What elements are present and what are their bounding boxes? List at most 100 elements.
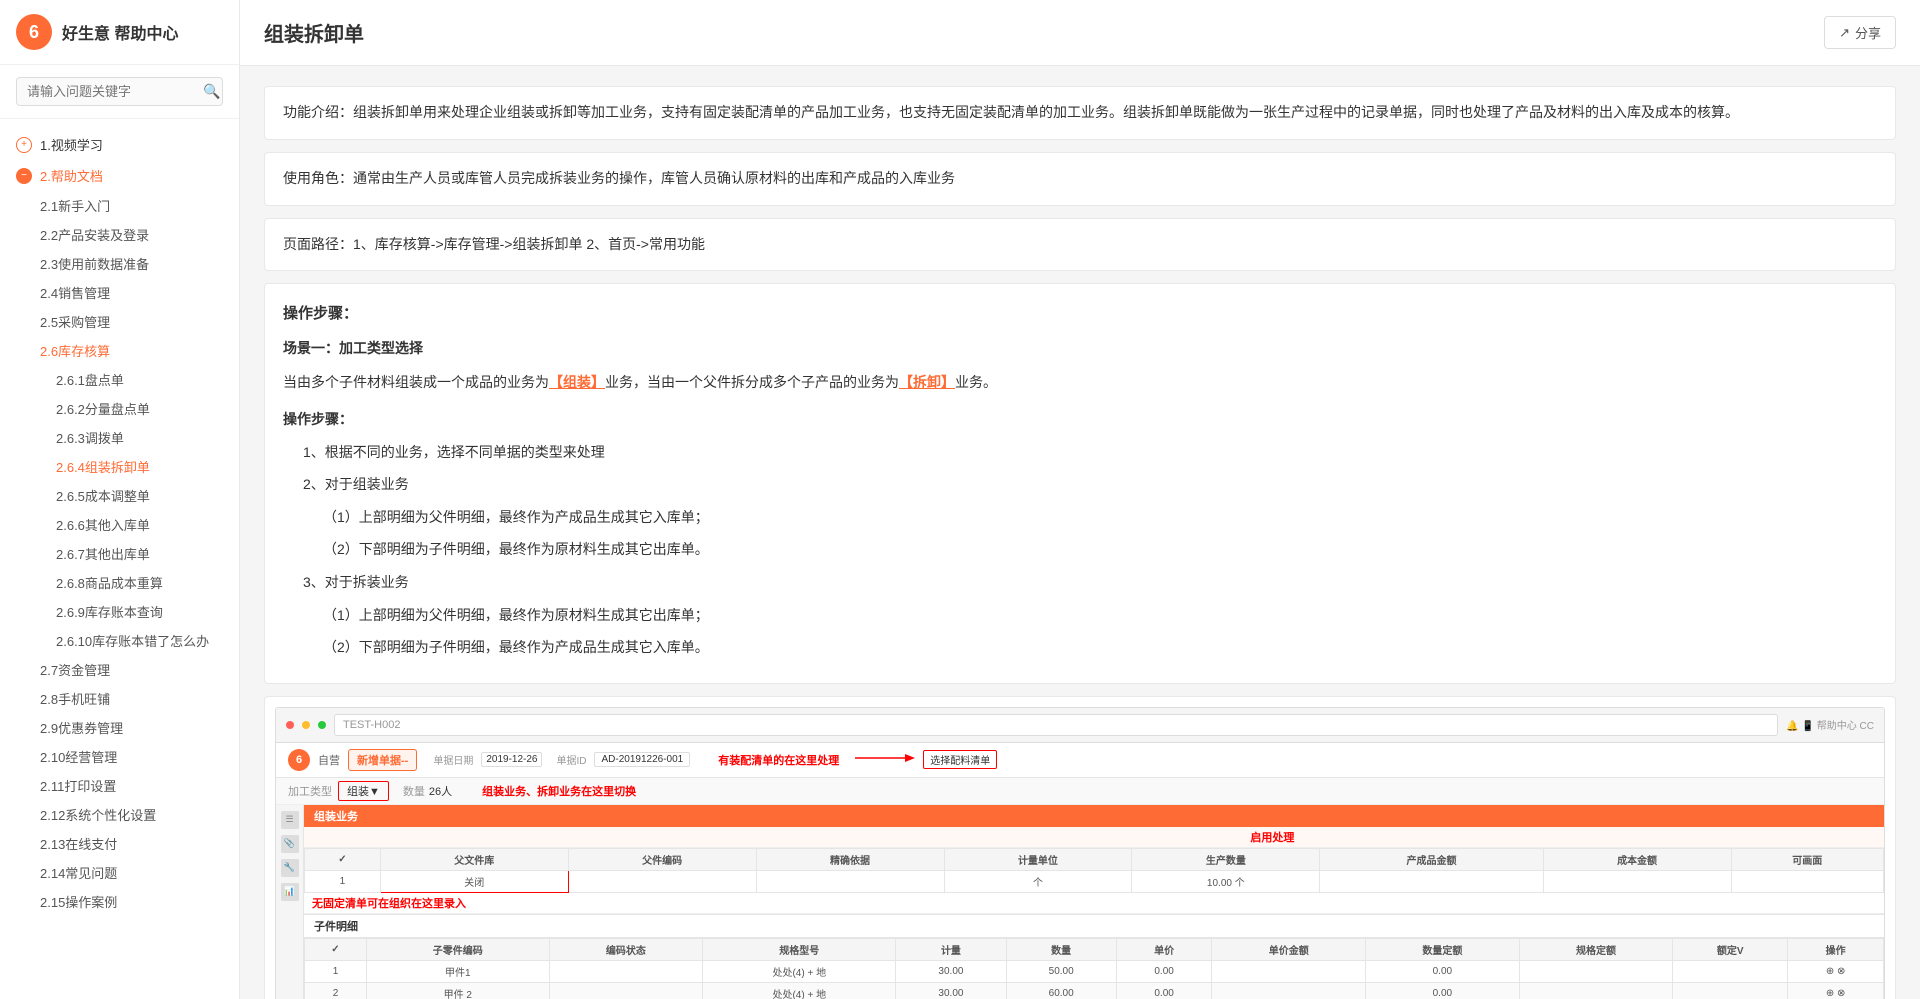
sidebar-item-finance[interactable]: 2.7资金管理 [0,655,239,684]
browser-address-bar: TEST-H002 [334,714,1778,736]
col-basis: 精确依据 [756,848,944,870]
search-input[interactable] [27,84,203,99]
sidebar-item-inventory[interactable]: 2.6库存核算 [0,336,239,365]
upper-table: ✓ 父文件库 父件编码 精确依据 计量单位 生产数量 产成品金额 成本金额 可画 [304,848,1884,893]
col-parent-name: 父文件库 [380,848,568,870]
annotation-4-row: 启用处理 [304,827,1884,848]
search-icon[interactable]: 🔍 [203,83,220,100]
lower-section-title: 子件明细 [304,914,1884,938]
sidebar-item-purchase[interactable]: 2.5采购管理 [0,307,239,336]
share-icon: ↗ [1839,25,1850,41]
sidebar-item-ops[interactable]: 2.10经营管理 [0,742,239,771]
app-type-select[interactable]: 组装▼ [338,781,389,801]
upper-table-row-1: 1 关闭 个 10.00 个 [305,870,1884,892]
main-area: 组装拆卸单 ↗ 分享 功能介绍：组装拆卸单用来处理企业组装或拆卸等加工业务，支持… [240,0,1920,999]
nav-icon-video: + [16,137,32,153]
page-title: 组装拆卸单 [264,18,364,47]
step3-2: （2）下部明细为子件明细，最终作为产成品生成其它入库单。 [283,634,1877,661]
step3: 3、对于拆装业务 [283,569,1877,596]
browser-icons: 🔔 📱 帮助中心 CC [1786,717,1874,732]
step2: 2、对于组装业务 [283,471,1877,498]
col-cost-amt: 成本金额 [1543,848,1731,870]
scene1-title: 场景一：加工类型选择 [283,335,1877,362]
app-id-value: AD-20191226-001 [594,752,690,767]
app-new-btn[interactable]: 新增单据-- [348,749,417,771]
sidebar-item-partial-stocktake[interactable]: 2.6.2分量盘点单 [0,394,239,423]
app-screenshot-content: 6 自营 新增单据-- 单据日期 2019-12-26 单据ID AD-2019… [276,743,1884,999]
sidebar-item-transfer[interactable]: 2.6.3调拨单 [0,423,239,452]
sidebar-item-cases[interactable]: 2.15操作案例 [0,887,239,916]
main-header: 组装拆卸单 ↗ 分享 [240,0,1920,66]
sidebar-icon-4[interactable]: 📊 [281,883,299,901]
screenshot-image: TEST-H002 🔔 📱 帮助中心 CC 6 自营 新增单据-- 单据日期 2… [275,707,1885,999]
steps-block: 操作步骤： 场景一：加工类型选择 当由多个子件材料组装成一个成品的业务为【组装】… [264,283,1896,683]
scene1-desc: 当由多个子件材料组装成一个成品的业务为【组装】业务，当由一个父件拆分成多个子产品… [283,369,1877,396]
intro-text: 功能介绍：组装拆卸单用来处理企业组装或拆卸等加工业务，支持有固定装配清单的产品加… [283,104,1739,120]
sidebar-icon-1[interactable]: ☰ [281,811,299,829]
dot-green [318,721,326,729]
annotation-4: 启用处理 [1250,829,1294,845]
sidebar-item-install[interactable]: 2.2产品安装及登录 [0,220,239,249]
sidebar-item-payment[interactable]: 2.13在线支付 [0,829,239,858]
sidebar-item-other-in[interactable]: 2.6.6其他入库单 [0,510,239,539]
annotation-row-2: 加工类型 组装▼ 数量 26人 组装业务、拆卸业务在这里切换 [276,778,1884,805]
role-text: 使用角色：通常由生产人员或库管人员完成拆装业务的操作，库管人员确认原材料的出库和… [283,170,955,186]
col-product-amt: 产成品金额 [1320,848,1543,870]
annotation-5: 无固定清单可在组织在这里录入 [304,893,1884,914]
sidebar-icon-2[interactable]: 📎 [281,835,299,853]
app-type-label: 加工类型 [288,783,332,799]
sidebar-item-coupons[interactable]: 2.9优惠券管理 [0,713,239,742]
annotation-1: 有装配清单的在这里处理 [718,752,839,768]
sidebar-item-print[interactable]: 2.11打印设置 [0,771,239,800]
step1: 1、根据不同的业务，选择不同单据的类型来处理 [283,439,1877,466]
step2-1: （1）上部明细为父件明细，最终作为产成品生成其它入库单； [283,504,1877,531]
app-body: ☰ 📎 🔧 📊 组装业务 启用处理 [276,805,1884,999]
app-logo-text: 好生意 帮助中心 [62,20,178,44]
search-area: 🔍 [0,65,239,119]
intro-block: 功能介绍：组装拆卸单用来处理企业组装或拆卸等加工业务，支持有固定装配清单的产品加… [264,86,1896,140]
content-area: 功能介绍：组装拆卸单用来处理企业组装或拆卸等加工业务，支持有固定装配清单的产品加… [240,66,1920,999]
step3-1: （1）上部明细为父件明细，最终作为原材料生成其它出库单； [283,602,1877,629]
path-text: 页面路径：1、库存核算->库存管理->组装拆卸单 2、首页->常用功能 [283,236,705,252]
dot-yellow [302,721,310,729]
col-check: ✓ [305,848,381,870]
lower-row-2: 2 甲件 2 处处(4) + 地 30.00 60.00 0.00 0.00 [305,982,1884,999]
sidebar-item-stocktake[interactable]: 2.6.1盘点单 [0,365,239,394]
screenshot-wrapper: TEST-H002 🔔 📱 帮助中心 CC 6 自营 新增单据-- 单据日期 2… [264,696,1896,999]
sidebar-item-stock-error[interactable]: 2.6.10库存账本错了怎么办 [0,626,239,655]
col-view: 可画面 [1731,848,1883,870]
parent-name-cell: 关闭 [380,870,568,892]
app-id-label: 单据ID [556,752,586,767]
sidebar-item-helpdoc[interactable]: − 2.帮助文档 [0,160,239,191]
annotation-select-btn[interactable]: 选择配料清单 [923,750,997,769]
sidebar-item-other-out[interactable]: 2.6.7其他出库单 [0,539,239,568]
sidebar-item-stock-book[interactable]: 2.6.9库存账本查询 [0,597,239,626]
nav-icon-helpdoc: − [16,168,32,184]
share-button[interactable]: ↗ 分享 [1824,16,1896,49]
sidebar-item-assembly[interactable]: 2.6.4组装拆卸单 [0,452,239,481]
sidebar-item-faq[interactable]: 2.14常见问题 [0,858,239,887]
dot-red [286,721,294,729]
app-tables-area: 组装业务 启用处理 ✓ 父文件库 [304,805,1884,999]
sidebar: 6 好生意 帮助中心 🔍 + 1.视频学习 − 2.帮助文档 2.1新手入门 2… [0,0,240,999]
app-count-value: 26人 [429,783,452,799]
sidebar-item-video[interactable]: + 1.视频学习 [0,129,239,160]
step2-2: （2）下部明细为子件明细，最终作为原材料生成其它出库单。 [283,536,1877,563]
logo-area: 6 好生意 帮助中心 [0,0,239,65]
sidebar-item-newbie[interactable]: 2.1新手入门 [0,191,239,220]
ops-steps-title-2: 操作步骤： [283,406,1877,433]
sidebar-icon-3[interactable]: 🔧 [281,859,299,877]
sidebar-item-cost-recalc[interactable]: 2.6.8商品成本重算 [0,568,239,597]
search-box: 🔍 [16,77,223,106]
app-sidebar-icons: ☰ 📎 🔧 📊 [276,805,304,999]
sidebar-item-customize[interactable]: 2.12系统个性化设置 [0,800,239,829]
sidebar-item-mobile[interactable]: 2.8手机旺铺 [0,684,239,713]
ops-title: 操作步骤： [283,300,1877,329]
sidebar-item-cost-adjust[interactable]: 2.6.5成本调整单 [0,481,239,510]
app-date-value: 2019-12-26 [481,752,542,767]
lower-table: ✓ 子零件编码 编码状态 规格型号 计量 数量 单价 单价金额 数量定额 [304,938,1884,999]
sidebar-item-sales[interactable]: 2.4销售管理 [0,278,239,307]
sidebar-item-dataprep[interactable]: 2.3使用前数据准备 [0,249,239,278]
app-nav-label: 自营 [318,752,340,768]
annotation-3: 组装业务、拆卸业务在这里切换 [482,783,636,799]
